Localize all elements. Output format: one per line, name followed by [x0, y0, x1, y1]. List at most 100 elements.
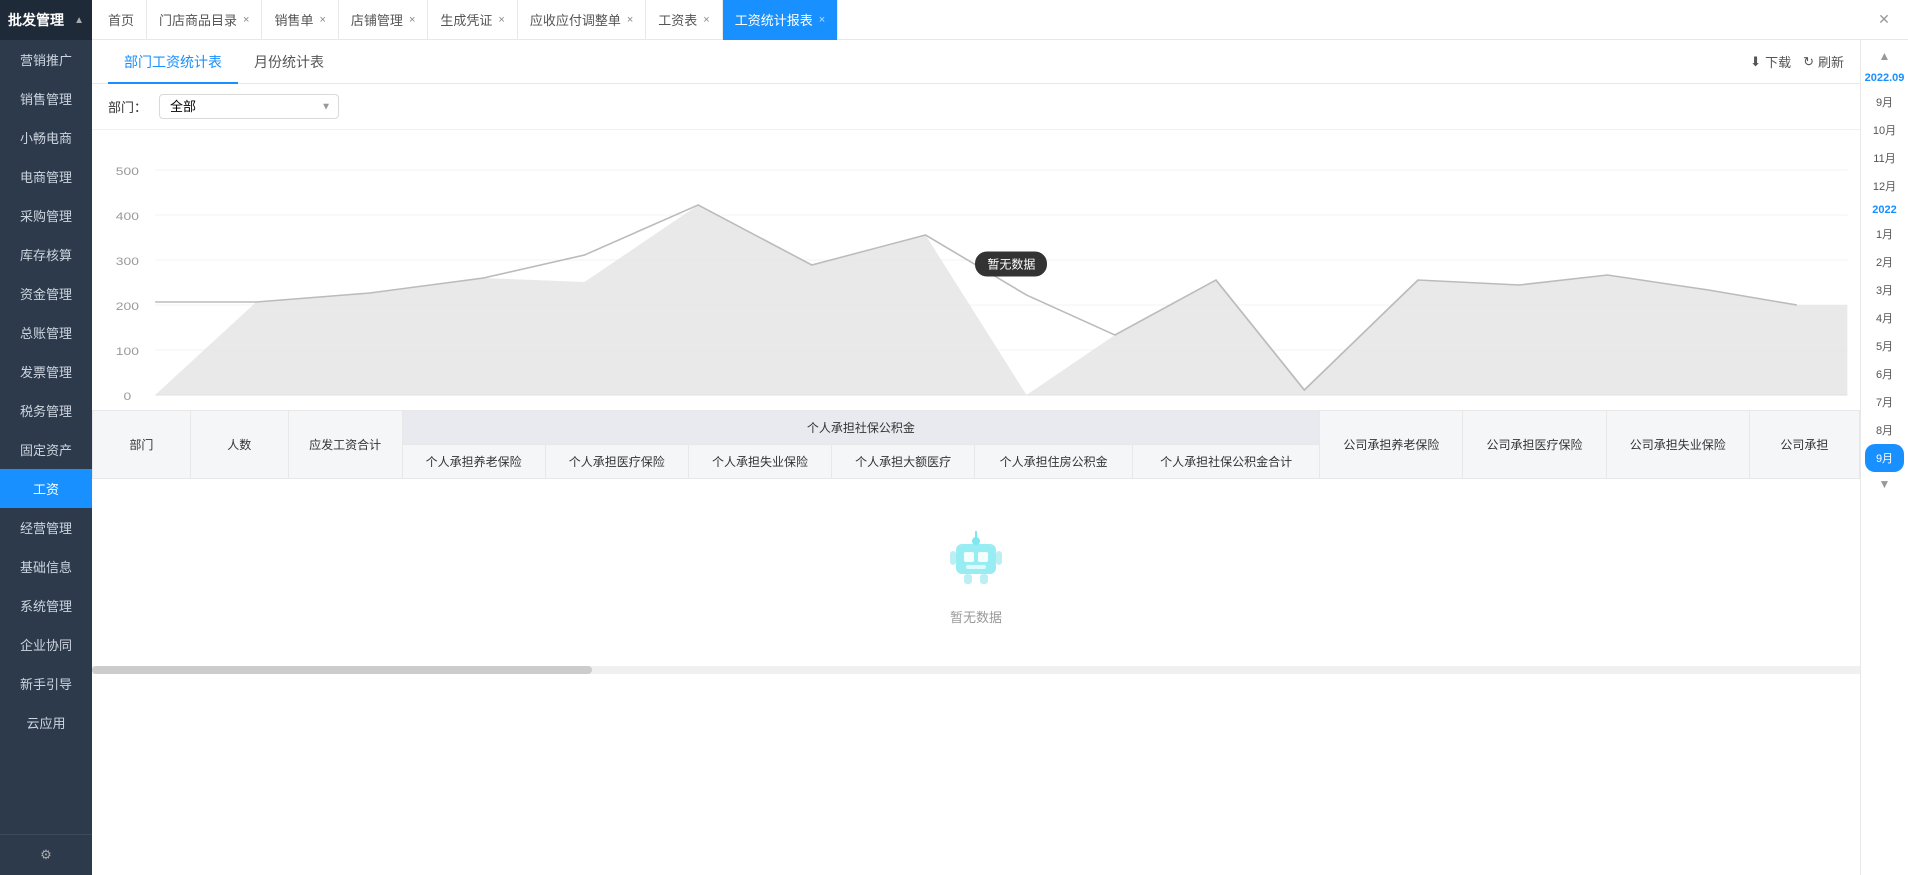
tab-label: 工资表 [658, 10, 697, 29]
refresh-label: 刷新 [1818, 52, 1844, 71]
tab-label: 生成凭证 [440, 10, 492, 29]
content-area: 部门工资统计表月份统计表 ⬇ 下载 ↻ 刷新 部门： 全 [92, 40, 1908, 875]
data-table: 部门人数应发工资合计个人承担社保公积金公司承担养老保险公司承担医疗保险公司承担失… [92, 410, 1860, 666]
tab-close-icon[interactable]: × [319, 14, 325, 26]
timeline-year-label: 2022 [1870, 200, 1898, 220]
sidebar-item-新手引导[interactable]: 新手引导 [0, 664, 92, 703]
table-area[interactable]: 部门人数应发工资合计个人承担社保公积金公司承担养老保险公司承担医疗保险公司承担失… [92, 410, 1860, 875]
tab-close-icon[interactable]: × [409, 14, 415, 26]
sidebar-item-经营管理[interactable]: 经营管理 [0, 508, 92, 547]
timeline-month-1月[interactable]: 1月 [1861, 220, 1908, 248]
tab-close-icon[interactable]: × [243, 14, 249, 26]
tab-label: 应收应付调整单 [530, 10, 621, 29]
sidebar-title: 批发管理 [8, 10, 64, 30]
sidebar-header[interactable]: 批发管理 ▲ [0, 0, 92, 40]
th-个人承担医疗保险: 个人承担医疗保险 [545, 445, 688, 479]
timeline-top-year: 2022.09 [1863, 68, 1907, 88]
close-all-icon[interactable]: ✕ [1872, 8, 1896, 32]
table-scrollbar-inner [92, 666, 592, 674]
tab-label: 门店商品目录 [159, 10, 237, 29]
svg-text:100: 100 [116, 345, 139, 357]
timeline-month-3月[interactable]: 3月 [1861, 276, 1908, 304]
sidebar-item-基础信息[interactable]: 基础信息 [0, 547, 92, 586]
tab-bar-right: ✕ [1872, 8, 1904, 32]
th-人数: 人数 [190, 411, 288, 479]
sidebar-item-小畅电商[interactable]: 小畅电商 [0, 118, 92, 157]
th-个人承担大额医疗: 个人承担大额医疗 [832, 445, 975, 479]
svg-text:500: 500 [116, 165, 139, 177]
timeline-month-8月[interactable]: 8月 [1861, 416, 1908, 444]
sub-tab-部门工资统计表[interactable]: 部门工资统计表 [108, 40, 238, 84]
tab-工资统计报表[interactable]: 工资统计报表× [723, 0, 838, 40]
timeline-panel: ▲2022.099月10月11月12月20221月2月3月4月5月6月7月8月9… [1860, 40, 1908, 875]
th-公司承担: 公司承担 [1749, 411, 1859, 479]
sidebar-item-销售管理[interactable]: 销售管理 [0, 79, 92, 118]
sidebar-item-发票管理[interactable]: 发票管理 [0, 352, 92, 391]
svg-text:200: 200 [116, 300, 139, 312]
sidebar-item-固定资产[interactable]: 固定资产 [0, 430, 92, 469]
empty-state: 暂无数据 [93, 479, 1860, 666]
dept-select[interactable]: 全部 [159, 94, 339, 119]
sidebar-item-税务管理[interactable]: 税务管理 [0, 391, 92, 430]
timeline-month-7月[interactable]: 7月 [1861, 388, 1908, 416]
tab-应收应付调整单[interactable]: 应收应付调整单 × [518, 0, 646, 40]
download-label: 下载 [1765, 52, 1791, 71]
sidebar-item-总账管理[interactable]: 总账管理 [0, 313, 92, 352]
tab-close-icon[interactable]: × [703, 14, 709, 26]
tab-门店商品目录[interactable]: 门店商品目录 × [147, 0, 262, 40]
chart-area: 0 100 200 300 400 500 [92, 130, 1860, 410]
tab-店铺管理[interactable]: 店铺管理 × [339, 0, 428, 40]
th-个人承担养老保险: 个人承担养老保险 [402, 445, 545, 479]
sidebar-item-营销推广[interactable]: 营销推广 [0, 40, 92, 79]
sub-tab-actions: ⬇ 下载 ↻ 刷新 [1750, 52, 1844, 71]
tab-close-icon[interactable]: × [819, 14, 825, 26]
timeline-month-2月[interactable]: 2月 [1861, 248, 1908, 276]
sidebar-item-资金管理[interactable]: 资金管理 [0, 274, 92, 313]
tab-label: 店铺管理 [351, 10, 403, 29]
th-公司承担养老保险: 公司承担养老保险 [1320, 411, 1463, 479]
th-group-personal: 个人承担社保公积金 [402, 411, 1320, 445]
tab-label: 首页 [108, 10, 134, 29]
dept-select-wrapper[interactable]: 全部 [159, 94, 339, 119]
refresh-button[interactable]: ↻ 刷新 [1803, 52, 1844, 71]
tab-销售单[interactable]: 销售单× [262, 0, 338, 40]
filter-dept-label: 部门： [108, 97, 147, 116]
chart-no-data-tooltip: 暂无数据 [975, 252, 1047, 277]
timeline-month-11月[interactable]: 11月 [1861, 144, 1908, 172]
empty-text: 暂无数据 [950, 607, 1002, 626]
timeline-month-9月[interactable]: 9月 [1861, 88, 1908, 116]
table-scrollbar[interactable] [92, 666, 1860, 674]
timeline-month-12月[interactable]: 12月 [1861, 172, 1908, 200]
tab-bar: 首页门店商品目录×销售单×店铺管理×生成凭证×应收应付调整单×工资表×工资统计报… [92, 0, 1908, 40]
svg-text:0: 0 [123, 390, 131, 402]
timeline-month-9月[interactable]: 9月 [1865, 444, 1904, 472]
sub-tab-bar: 部门工资统计表月份统计表 ⬇ 下载 ↻ 刷新 [92, 40, 1860, 84]
sidebar-item-企业协同[interactable]: 企业协同 [0, 625, 92, 664]
sidebar: 批发管理 ▲ 营销推广销售管理小畅电商电商管理采购管理库存核算资金管理总账管理发… [0, 0, 92, 875]
tab-工资表[interactable]: 工资表 × [646, 0, 722, 40]
sidebar-item-采购管理[interactable]: 采购管理 [0, 196, 92, 235]
empty-robot-icon [936, 519, 1016, 599]
sidebar-item-电商管理[interactable]: 电商管理 [0, 157, 92, 196]
timeline-month-10月[interactable]: 10月 [1861, 116, 1908, 144]
refresh-icon: ↻ [1803, 54, 1814, 70]
timeline-month-6月[interactable]: 6月 [1861, 360, 1908, 388]
timeline-month-5月[interactable]: 5月 [1861, 332, 1908, 360]
tab-close-icon[interactable]: × [498, 14, 504, 26]
timeline-nav-up[interactable]: ▲ [1873, 44, 1897, 68]
tab-close-icon[interactable]: × [627, 14, 633, 26]
sidebar-item-工资[interactable]: 工资 [0, 469, 92, 508]
timeline-nav-down[interactable]: ▼ [1873, 472, 1897, 496]
download-button[interactable]: ⬇ 下载 [1750, 52, 1791, 71]
sidebar-item-云应用[interactable]: 云应用 [0, 703, 92, 742]
th-应发工资合计: 应发工资合计 [288, 411, 402, 479]
sidebar-item-库存核算[interactable]: 库存核算 [0, 235, 92, 274]
sidebar-footer[interactable]: ⚙ [0, 834, 92, 875]
sub-tabs: 部门工资统计表月份统计表 [108, 40, 340, 84]
settings-icon[interactable]: ⚙ [40, 847, 52, 862]
sub-tab-月份统计表[interactable]: 月份统计表 [238, 40, 340, 84]
tab-首页[interactable]: 首页 [96, 0, 147, 40]
sidebar-item-系统管理[interactable]: 系统管理 [0, 586, 92, 625]
timeline-month-4月[interactable]: 4月 [1861, 304, 1908, 332]
tab-生成凭证[interactable]: 生成凭证 × [428, 0, 517, 40]
